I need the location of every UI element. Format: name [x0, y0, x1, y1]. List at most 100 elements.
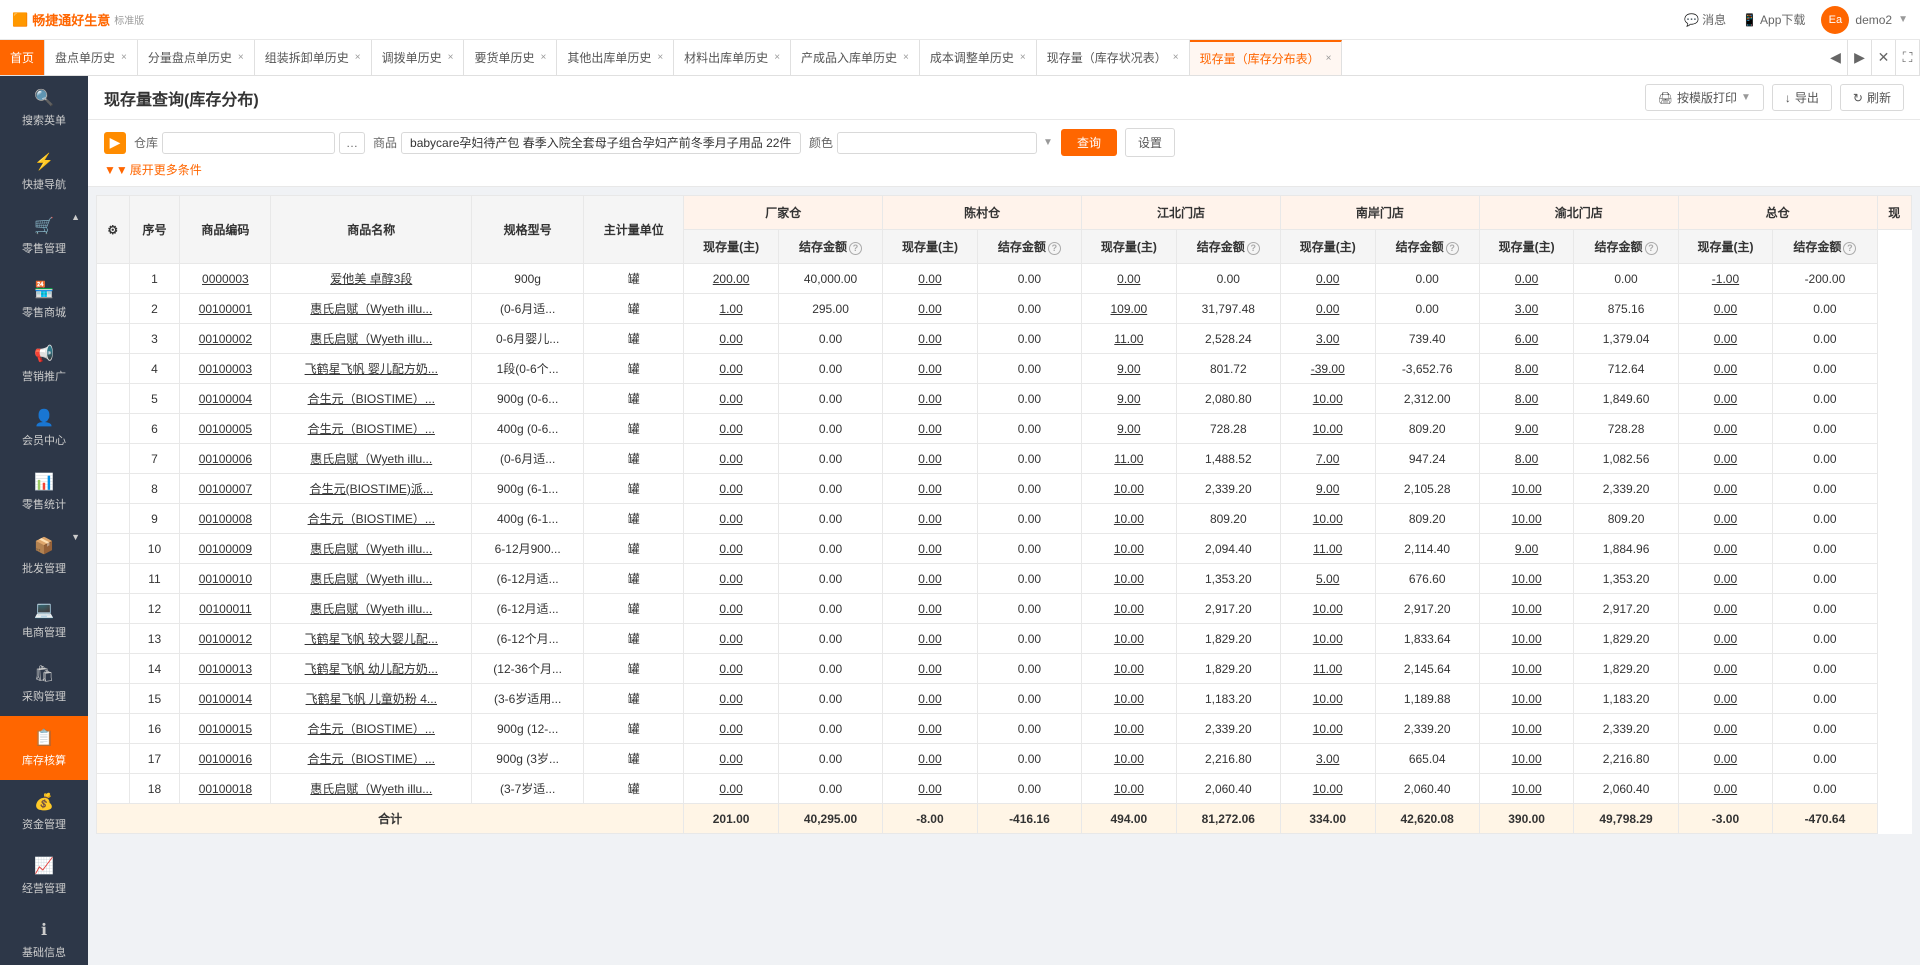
sidebar-item-member[interactable]: 👤 会员中心 — [0, 396, 88, 460]
cell-code[interactable]: 00100012 — [180, 624, 271, 654]
cell-name[interactable]: 惠氏启赋（Wyeth illu... — [271, 324, 472, 354]
nanan-amount-info[interactable]: ? — [1446, 242, 1459, 255]
cell-nanan-stock[interactable]: 10.00 — [1280, 774, 1375, 804]
cell-name[interactable]: 惠氏启赋（Wyeth illu... — [271, 294, 472, 324]
sidebar-item-retail-mall[interactable]: 🏪 零售商城 — [0, 268, 88, 332]
cell-chenlu-stock[interactable]: 0.00 — [883, 624, 978, 654]
cell-factory-stock[interactable]: 0.00 — [684, 714, 779, 744]
setting-btn[interactable]: 设置 — [1125, 128, 1175, 157]
cell-jiangbei-stock[interactable]: 9.00 — [1082, 384, 1177, 414]
cell-name[interactable]: 合生元(BIOSTIME)派... — [271, 474, 472, 504]
cell-nanan-stock[interactable]: 0.00 — [1280, 294, 1375, 324]
cell-jiangbei-stock[interactable]: 10.00 — [1082, 504, 1177, 534]
cell-nanan-stock[interactable]: 5.00 — [1280, 564, 1375, 594]
cell-chenlu-stock[interactable]: 0.00 — [883, 534, 978, 564]
cell-name[interactable]: 惠氏启赋（Wyeth illu... — [271, 774, 472, 804]
cell-factory-stock[interactable]: 0.00 — [684, 774, 779, 804]
tab-assembly[interactable]: 组装拆卸单历史 × — [255, 40, 372, 76]
cell-code[interactable]: 00100013 — [180, 654, 271, 684]
cell-factory-stock[interactable]: 200.00 — [684, 264, 779, 294]
tab-close-stock-dist[interactable]: × — [1326, 53, 1332, 64]
cell-jiangbei-stock[interactable]: 10.00 — [1082, 534, 1177, 564]
cell-name[interactable]: 飞鹤星飞帆 较大婴儿配... — [271, 624, 472, 654]
cell-factory-stock[interactable]: 0.00 — [684, 564, 779, 594]
tab-split-inventory[interactable]: 分量盘点单历史 × — [138, 40, 255, 76]
cell-code[interactable]: 00100004 — [180, 384, 271, 414]
cell-jiangbei-stock[interactable]: 10.00 — [1082, 594, 1177, 624]
cell-factory-stock[interactable]: 0.00 — [684, 534, 779, 564]
cell-nanan-stock[interactable]: 10.00 — [1280, 684, 1375, 714]
cell-code[interactable]: 00100011 — [180, 594, 271, 624]
cell-nanan-stock[interactable]: 3.00 — [1280, 744, 1375, 774]
cell-yuebei-stock[interactable]: 10.00 — [1479, 504, 1574, 534]
cell-factory-stock[interactable]: 0.00 — [684, 744, 779, 774]
tab-home[interactable]: 首页 — [0, 40, 45, 76]
cell-total-stock[interactable]: 0.00 — [1678, 744, 1773, 774]
cell-factory-stock[interactable]: 0.00 — [684, 684, 779, 714]
cell-code[interactable]: 00100001 — [180, 294, 271, 324]
cell-total-stock[interactable]: 0.00 — [1678, 714, 1773, 744]
cell-name[interactable]: 爱他美 卓醇3段 — [271, 264, 472, 294]
cell-code[interactable]: 00100007 — [180, 474, 271, 504]
cell-yuebei-stock[interactable]: 0.00 — [1479, 264, 1574, 294]
cell-code[interactable]: 00100005 — [180, 414, 271, 444]
cell-jiangbei-stock[interactable]: 0.00 — [1082, 264, 1177, 294]
cell-code[interactable]: 00100002 — [180, 324, 271, 354]
cell-code[interactable]: 00100010 — [180, 564, 271, 594]
cell-factory-stock[interactable]: 0.00 — [684, 324, 779, 354]
jiangbei-amount-info[interactable]: ? — [1247, 242, 1260, 255]
cell-total-stock[interactable]: 0.00 — [1678, 624, 1773, 654]
tab-inventory-check[interactable]: 盘点单历史 × — [45, 40, 138, 76]
cell-total-stock[interactable]: 0.00 — [1678, 564, 1773, 594]
cell-total-stock[interactable]: -1.00 — [1678, 264, 1773, 294]
cell-jiangbei-stock[interactable]: 9.00 — [1082, 354, 1177, 384]
cell-yuebei-stock[interactable]: 10.00 — [1479, 774, 1574, 804]
sidebar-item-wholesale[interactable]: 📦 批发管理 ▼ — [0, 524, 88, 588]
tab-next[interactable]: ▶ — [1848, 40, 1872, 76]
cell-total-stock[interactable]: 0.00 — [1678, 684, 1773, 714]
cell-chenlu-stock[interactable]: 0.00 — [883, 354, 978, 384]
tab-close-split-inventory[interactable]: × — [238, 52, 244, 63]
refresh-btn[interactable]: ↻ 刷新 — [1840, 84, 1904, 111]
cell-total-stock[interactable]: 0.00 — [1678, 444, 1773, 474]
cell-total-stock[interactable]: 0.00 — [1678, 654, 1773, 684]
cell-name[interactable]: 惠氏启赋（Wyeth illu... — [271, 564, 472, 594]
tab-cost-adjust[interactable]: 成本调整单历史 × — [920, 40, 1037, 76]
cell-nanan-stock[interactable]: 10.00 — [1280, 504, 1375, 534]
cell-yuebei-stock[interactable]: 3.00 — [1479, 294, 1574, 324]
tab-stock-dist[interactable]: 现存量（库存分布表） × — [1190, 40, 1343, 76]
sidebar-item-finance[interactable]: 💰 资金管理 — [0, 780, 88, 844]
cell-name[interactable]: 合生元（BIOSTIME）... — [271, 714, 472, 744]
col-gear[interactable]: ⚙ — [97, 196, 130, 264]
cell-chenlu-stock[interactable]: 0.00 — [883, 384, 978, 414]
cell-factory-stock[interactable]: 0.00 — [684, 474, 779, 504]
cell-jiangbei-stock[interactable]: 10.00 — [1082, 564, 1177, 594]
cell-code[interactable]: 0000003 — [180, 264, 271, 294]
cell-total-stock[interactable]: 0.00 — [1678, 474, 1773, 504]
cell-name[interactable]: 合生元（BIOSTIME）... — [271, 384, 472, 414]
cell-nanan-stock[interactable]: 11.00 — [1280, 534, 1375, 564]
cell-jiangbei-stock[interactable]: 109.00 — [1082, 294, 1177, 324]
cell-factory-stock[interactable]: 0.00 — [684, 504, 779, 534]
collapse-filter-btn[interactable]: ▶ — [104, 132, 126, 154]
tab-finished-inbound[interactable]: 产成品入库单历史 × — [791, 40, 920, 76]
cell-total-stock[interactable]: 0.00 — [1678, 774, 1773, 804]
cell-jiangbei-stock[interactable]: 11.00 — [1082, 444, 1177, 474]
cell-chenlu-stock[interactable]: 0.00 — [883, 324, 978, 354]
cell-name[interactable]: 合生元（BIOSTIME）... — [271, 744, 472, 774]
cell-nanan-stock[interactable]: 10.00 — [1280, 594, 1375, 624]
sidebar-item-ops[interactable]: 📈 经营管理 — [0, 844, 88, 908]
sidebar-item-quicknav[interactable]: ⚡ 快捷导航 — [0, 140, 88, 204]
cell-name[interactable]: 惠氏启赋（Wyeth illu... — [271, 444, 472, 474]
cell-code[interactable]: 00100015 — [180, 714, 271, 744]
cell-factory-stock[interactable]: 0.00 — [684, 624, 779, 654]
cell-chenlu-stock[interactable]: 0.00 — [883, 654, 978, 684]
cell-yuebei-stock[interactable]: 10.00 — [1479, 474, 1574, 504]
cell-nanan-stock[interactable]: 10.00 — [1280, 384, 1375, 414]
cell-total-stock[interactable]: 0.00 — [1678, 534, 1773, 564]
cell-yuebei-stock[interactable]: 9.00 — [1479, 414, 1574, 444]
cell-total-stock[interactable]: 0.00 — [1678, 294, 1773, 324]
tab-expand[interactable]: ⛶ — [1896, 40, 1920, 76]
cell-yuebei-stock[interactable]: 8.00 — [1479, 444, 1574, 474]
cell-nanan-stock[interactable]: 10.00 — [1280, 714, 1375, 744]
